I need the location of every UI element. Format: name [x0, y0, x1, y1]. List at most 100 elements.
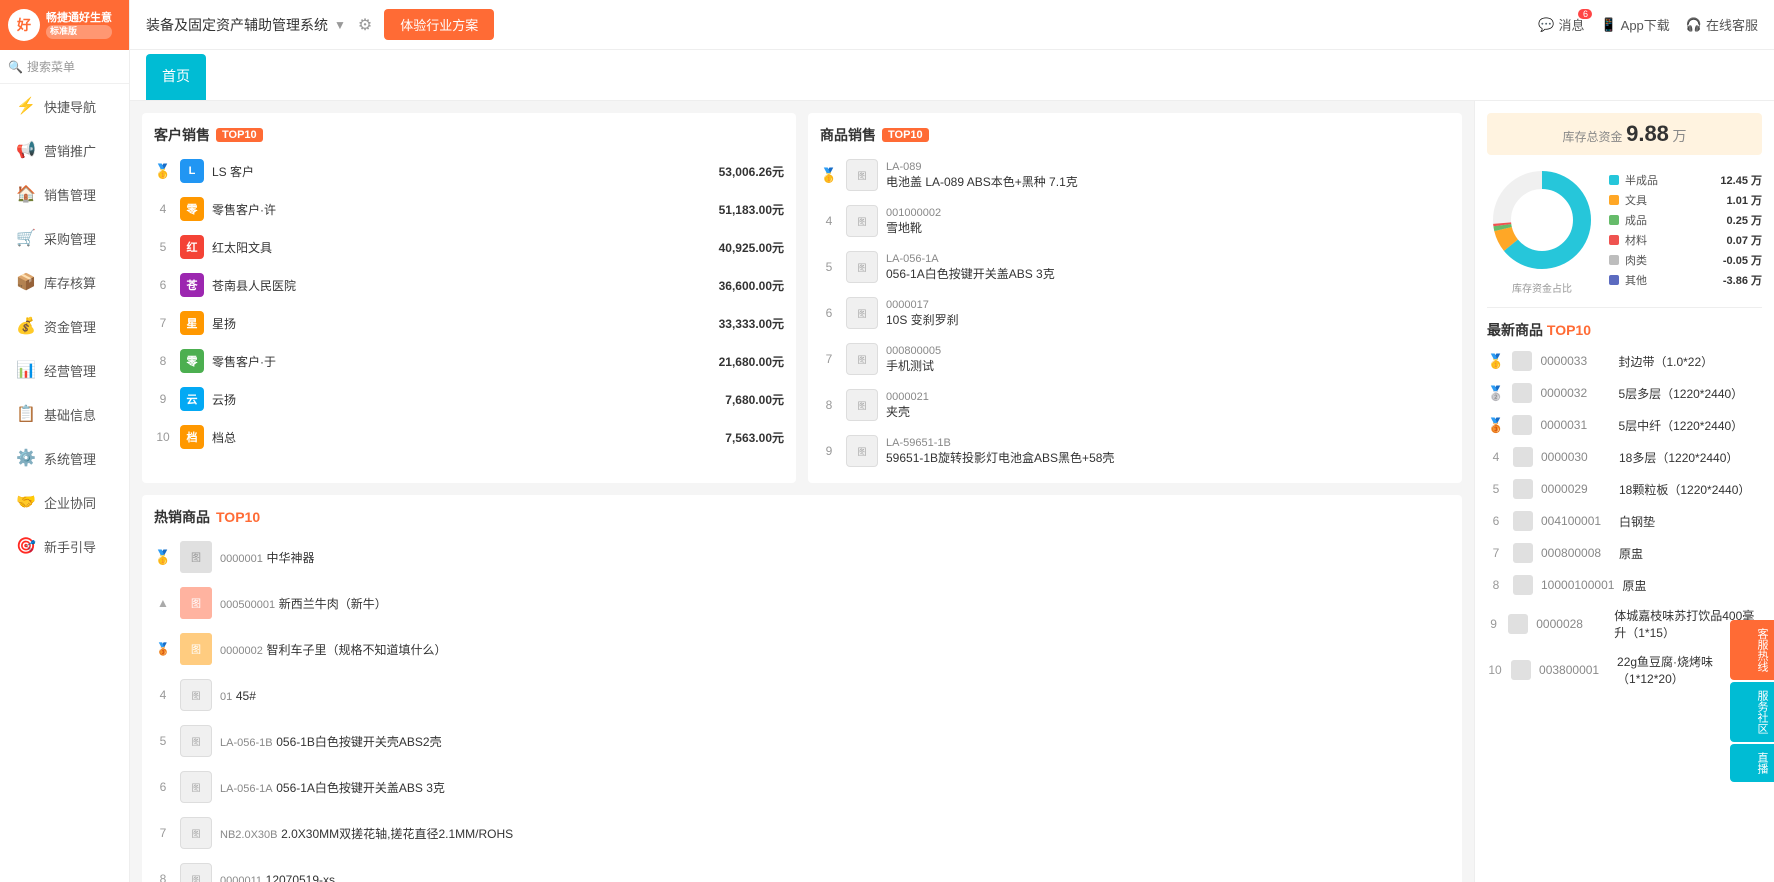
system-title: 装备及固定资产辅助管理系统 ▼	[146, 15, 346, 35]
inventory-icon: 📦	[16, 272, 36, 292]
new-products-title: 最新商品 TOP10	[1487, 320, 1762, 340]
app-download-button[interactable]: 📱 App下载	[1600, 15, 1669, 34]
rank-number: 4	[1487, 450, 1505, 464]
product-ranking-card: 商品销售 TOP10 🥇 图 LA-089 电池盖 LA-089 ABS本色+黑…	[808, 113, 1462, 483]
legend-color	[1609, 215, 1619, 225]
service-community-button[interactable]: 服务社区	[1730, 682, 1774, 742]
svg-text:图: 图	[191, 644, 201, 656]
list-item: 8 图 0000021 夹壳	[820, 385, 1450, 425]
content-area: 客户销售 TOP10 🥇 L LS 客户 53,006.26元 4	[130, 101, 1774, 882]
basics-icon: 📋	[16, 404, 36, 424]
rank-number: 9	[154, 392, 172, 406]
avatar: L	[180, 159, 204, 183]
inventory-card: 库存总资金 9.88 万	[1487, 113, 1762, 295]
sidebar-item-guide[interactable]: 🎯 新手引导	[0, 524, 129, 568]
product-img: 图	[180, 725, 212, 757]
list-item: 🥇 L LS 客户 53,006.26元	[154, 155, 784, 187]
sidebar-item-marketing[interactable]: 📢 营销推广	[0, 128, 129, 172]
enterprise-icon: 🤝	[16, 492, 36, 512]
sidebar-item-finance[interactable]: 💰 资金管理	[0, 304, 129, 348]
product-rank-list: 🥇 图 LA-089 电池盖 LA-089 ABS本色+黑种 7.1克 4 图	[820, 155, 1450, 471]
legend-item: 材料 0.07 万	[1609, 232, 1762, 248]
sidebar-item-basics[interactable]: 📋 基础信息	[0, 392, 129, 436]
svg-text:图: 图	[191, 552, 201, 564]
list-item: 6 004100001 白钢垫	[1487, 508, 1762, 534]
list-item: 5 图 LA-056-1A 056-1A白色按键开关盖ABS 3克	[820, 247, 1450, 287]
sidebar-item-system[interactable]: ⚙️ 系统管理	[0, 436, 129, 480]
list-item: 5 红 红太阳文具 40,925.00元	[154, 231, 784, 263]
legend-item: 文具 1.01 万	[1609, 192, 1762, 208]
rank-number: 7	[1487, 546, 1505, 560]
product-img: 图	[846, 205, 878, 237]
product-img: 图	[846, 435, 878, 467]
product-ranking-title: 商品销售 TOP10	[820, 125, 1450, 145]
sales-icon: 🏠	[16, 184, 36, 204]
legend-item: 肉类 -0.05 万	[1609, 252, 1762, 268]
list-item: 4 0000030 18多层（1220*2440）	[1487, 444, 1762, 470]
rank-number: 6	[154, 278, 172, 292]
top-rankings: 客户销售 TOP10 🥇 L LS 客户 53,006.26元 4	[142, 113, 1462, 483]
donut-chart: 库存资金占比	[1487, 165, 1597, 295]
rank-number: 7	[154, 826, 172, 840]
messages-button[interactable]: 💬 消息 6	[1538, 15, 1584, 34]
sidebar-item-enterprise[interactable]: 🤝 企业协同	[0, 480, 129, 524]
sidebar-logo: 好 畅捷通好生意 标准版	[0, 0, 129, 50]
legend-color	[1609, 195, 1619, 205]
customer-service-button[interactable]: 客服热线	[1730, 620, 1774, 680]
product-avatar	[1513, 447, 1533, 467]
sidebar-item-sales[interactable]: 🏠 销售管理	[0, 172, 129, 216]
list-item: 4 图 01 45#	[154, 675, 1450, 715]
list-item: 🥇 图 LA-089 电池盖 LA-089 ABS本色+黑种 7.1克	[820, 155, 1450, 195]
list-item: 9 云 云扬 7,680.00元	[154, 383, 784, 415]
trial-button[interactable]: 体验行业方案	[384, 9, 494, 40]
rank-number: 10	[1487, 663, 1503, 677]
system-icon: ⚙️	[16, 448, 36, 468]
product-img: 图	[846, 343, 878, 375]
legend-color	[1609, 235, 1619, 245]
settings-icon[interactable]: ⚙	[358, 15, 372, 35]
operations-icon: 📊	[16, 360, 36, 380]
legend-item: 成品 0.25 万	[1609, 212, 1762, 228]
svg-text:图: 图	[191, 598, 201, 610]
live-button[interactable]: 直播	[1730, 744, 1774, 782]
list-item: 8 零 零售客户·于 21,680.00元	[154, 345, 784, 377]
search-menu[interactable]: 🔍 搜索菜单	[0, 50, 129, 84]
list-item: 6 图 0000017 10S 变刹罗刹	[820, 293, 1450, 333]
product-img: 图	[180, 679, 212, 711]
avatar: 零	[180, 349, 204, 373]
list-item: 10 档 档总 7,563.00元	[154, 421, 784, 453]
avatar: 星	[180, 311, 204, 335]
online-service-button[interactable]: 🎧 在线客服	[1686, 15, 1758, 34]
sidebar-item-inventory[interactable]: 📦 库存核算	[0, 260, 129, 304]
topbar: 装备及固定资产辅助管理系统 ▼ ⚙ 体验行业方案 💬 消息 6 📱 App下载 …	[130, 0, 1774, 50]
product-img: 图	[846, 297, 878, 329]
list-item: 🥇 0000033 封边带（1.0*22）	[1487, 348, 1762, 374]
rank-number: 6	[820, 306, 838, 320]
dropdown-arrow-icon[interactable]: ▼	[334, 18, 346, 32]
purchase-icon: 🛒	[16, 228, 36, 248]
customer-ranking-title: 客户销售 TOP10	[154, 125, 784, 145]
hot-products-list: 🥇 图 0000001 中华神器 ▲ 图 000500001 新西兰牛肉（新牛）	[154, 537, 1450, 882]
list-item: 6 苍 苍南县人民医院 36,600.00元	[154, 269, 784, 301]
medal-icon: 🥇	[820, 167, 838, 184]
product-img: 图	[180, 863, 212, 882]
list-item: 6 图 LA-056-1A 056-1A白色按键开关盖ABS 3克	[154, 767, 1450, 807]
tab-home[interactable]: 首页	[146, 54, 206, 100]
sidebar-item-operations[interactable]: 📊 经营管理	[0, 348, 129, 392]
legend-item: 半成品 12.45 万	[1609, 172, 1762, 188]
sidebar-item-quick[interactable]: ⚡ 快捷导航	[0, 84, 129, 128]
list-item: 🥈 0000032 5层多层（1220*2440）	[1487, 380, 1762, 406]
rank-number: 5	[820, 260, 838, 274]
list-item: 9 图 LA-59651-1B 59651-1B旋转投影灯电池盒ABS黑色+58…	[820, 431, 1450, 471]
product-avatar	[1513, 511, 1533, 531]
customer-ranking-card: 客户销售 TOP10 🥇 L LS 客户 53,006.26元 4	[142, 113, 796, 483]
list-item: 7 图 000800005 手机测试	[820, 339, 1450, 379]
sidebar-item-purchase[interactable]: 🛒 采购管理	[0, 216, 129, 260]
hot-products-title: 热销商品 TOP10	[154, 507, 1450, 527]
rank-number: 4	[154, 688, 172, 702]
rank-number: 10	[154, 430, 172, 444]
rank-number: 8	[154, 872, 172, 882]
quick-icon: ⚡	[16, 96, 36, 116]
divider	[1487, 307, 1762, 308]
list-item: 🥉 0000031 5层中纤（1220*2440）	[1487, 412, 1762, 438]
